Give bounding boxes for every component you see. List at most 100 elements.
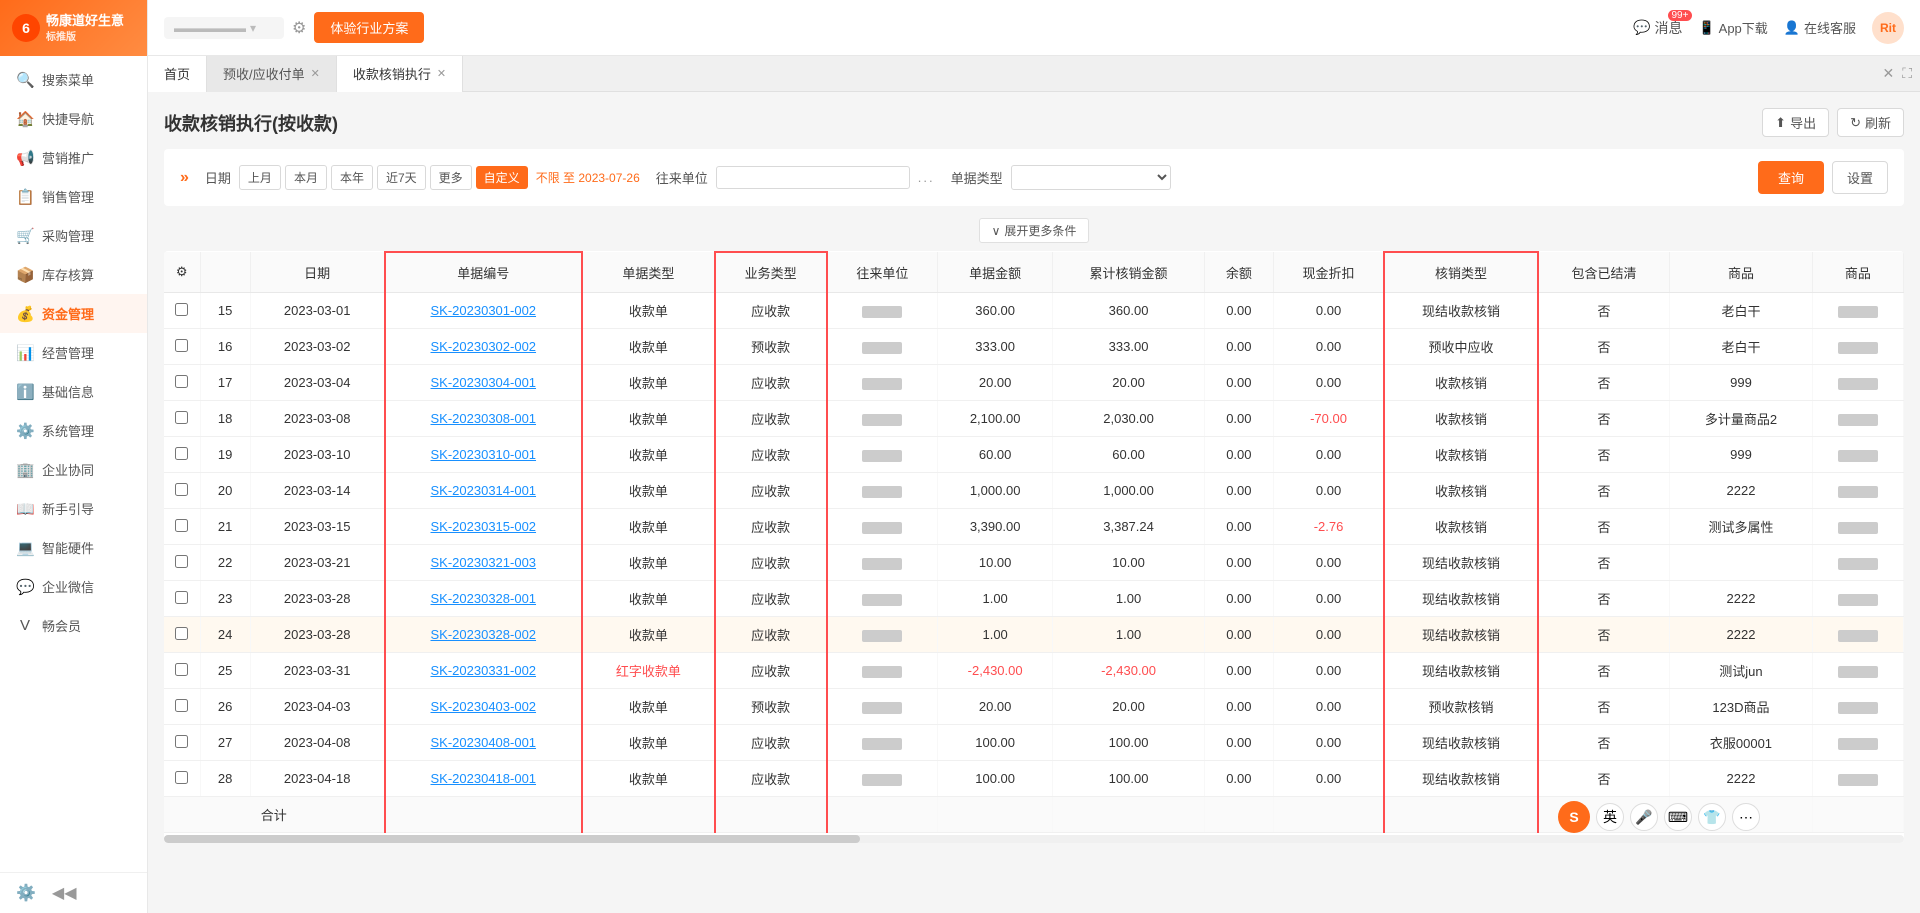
cell-doc-no: SK-20230314-001 [385, 473, 582, 509]
filter-toggle-button[interactable]: » [180, 169, 189, 187]
sidebar-item-inventory[interactable]: 📦库存核算 [0, 255, 147, 294]
doc-no-link[interactable]: SK-20230308-001 [431, 411, 537, 426]
filter-action-buttons: 查询 设置 [1758, 161, 1888, 194]
basic-icon: ℹ️ [16, 383, 34, 401]
doc-no-link[interactable]: SK-20230315-002 [431, 519, 537, 534]
sidebar-item-system[interactable]: ⚙️系统管理 [0, 411, 147, 450]
cell-checkbox[interactable] [164, 725, 200, 761]
tab-close-window-icon[interactable]: ✕ [1882, 65, 1894, 82]
cell-checkbox[interactable] [164, 581, 200, 617]
doc-no-link[interactable]: SK-20230328-001 [431, 591, 537, 606]
collapse-icon[interactable]: ◀◀ [52, 883, 77, 903]
cell-checkbox[interactable] [164, 473, 200, 509]
doc-no-link[interactable]: SK-20230301-002 [431, 303, 537, 318]
doc-no-link[interactable]: SK-20230408-001 [431, 735, 537, 750]
cell-checkbox[interactable] [164, 437, 200, 473]
sidebar-item-guide[interactable]: 📖新手引导 [0, 489, 147, 528]
cell-checkbox[interactable] [164, 653, 200, 689]
prepay-tab-close[interactable]: ✕ [311, 67, 320, 80]
user-avatar[interactable]: Rit [1872, 12, 1904, 44]
cell-biz-type: 应收款 [715, 365, 827, 401]
floating-mic-icon[interactable]: 🎤 [1630, 803, 1658, 831]
cell-checkbox[interactable] [164, 365, 200, 401]
cell-verified: 1.00 [1053, 617, 1205, 653]
floating-s-button[interactable]: S [1558, 801, 1590, 833]
messages-button[interactable]: 💬 消息 99+ [1633, 18, 1682, 38]
cell-balance: 0.00 [1204, 581, 1273, 617]
cell-partner [827, 473, 938, 509]
table-scroll-area[interactable]: ⚙ 日期 单据编号 单据类型 业务类型 往来单位 单据金额 累计核销金额 余额 … [164, 251, 1904, 833]
tab-collection[interactable]: 收款核销执行 ✕ [337, 56, 463, 92]
wechat-icon: 💬 [16, 578, 34, 596]
this-year-button[interactable]: 本年 [331, 165, 373, 190]
cell-checkbox[interactable] [164, 401, 200, 437]
horizontal-scrollbar[interactable] [164, 835, 1904, 843]
floating-shirt-icon[interactable]: 👕 [1698, 803, 1726, 831]
sidebar-bottom: ⚙️ ◀◀ [0, 872, 147, 913]
cell-checkbox[interactable] [164, 545, 200, 581]
export-button[interactable]: ⬆ 导出 [1762, 108, 1829, 137]
doc-no-link[interactable]: SK-20230310-001 [431, 447, 537, 462]
gear-icon[interactable]: ⚙ [292, 18, 306, 38]
app-download-button[interactable]: 📱 App下载 [1698, 18, 1767, 37]
setting-button[interactable]: 设置 [1832, 161, 1888, 194]
sidebar-item-wechat[interactable]: 💬企业微信 [0, 567, 147, 606]
floating-text-icon[interactable]: 英 [1596, 803, 1624, 831]
sidebar-item-operation[interactable]: 📊经营管理 [0, 333, 147, 372]
doc-no-link[interactable]: SK-20230403-002 [431, 699, 537, 714]
sidebar-item-marketing[interactable]: 📢营销推广 [0, 138, 147, 177]
sidebar-item-search[interactable]: 🔍搜索菜单 [0, 60, 147, 99]
sidebar-item-basic[interactable]: ℹ️基础信息 [0, 372, 147, 411]
doc-type-select[interactable] [1011, 165, 1171, 190]
expand-more-bar: ∨ 展开更多条件 [164, 218, 1904, 243]
cell-checkbox[interactable] [164, 689, 200, 725]
floating-more-icon[interactable]: ⋯ [1732, 803, 1760, 831]
cell-checkbox[interactable] [164, 329, 200, 365]
cell-verified: 3,387.24 [1053, 509, 1205, 545]
doc-no-link[interactable]: SK-20230314-001 [431, 483, 537, 498]
sidebar-item-enterprise[interactable]: 🏢企业协同 [0, 450, 147, 489]
settings-bottom-icon[interactable]: ⚙️ [16, 883, 36, 903]
cell-biz-type: 应收款 [715, 581, 827, 617]
sidebar-item-label-marketing: 营销推广 [42, 148, 94, 167]
cell-checkbox[interactable] [164, 293, 200, 329]
cell-checkbox[interactable] [164, 509, 200, 545]
doc-no-link[interactable]: SK-20230328-002 [431, 627, 537, 642]
this-month-button[interactable]: 本月 [285, 165, 327, 190]
tab-expand-icon[interactable]: ⛶ [1902, 65, 1912, 82]
last-7days-button[interactable]: 近7天 [377, 165, 426, 190]
collection-tab-close[interactable]: ✕ [437, 67, 446, 80]
tab-home[interactable]: 首页 [148, 56, 207, 92]
doc-no-link[interactable]: SK-20230418-001 [431, 771, 537, 786]
sidebar-item-hardware[interactable]: 💻智能硬件 [0, 528, 147, 567]
expand-conditions-button[interactable]: ∨ 展开更多条件 [979, 218, 1090, 243]
online-service-button[interactable]: 👤 在线客服 [1784, 18, 1856, 37]
more-date-button[interactable]: 更多 [430, 165, 472, 190]
col-header-settings[interactable]: ⚙ [164, 252, 200, 293]
floating-keyboard-icon[interactable]: ⌨ [1664, 803, 1692, 831]
cell-date: 2023-03-28 [250, 617, 384, 653]
sidebar-item-label-inventory: 库存核算 [42, 265, 94, 284]
query-button[interactable]: 查询 [1758, 161, 1824, 194]
last-month-button[interactable]: 上月 [239, 165, 281, 190]
sidebar-item-finance[interactable]: 💰资金管理 [0, 294, 147, 333]
sidebar-item-sales[interactable]: 📋销售管理 [0, 177, 147, 216]
scrollbar-thumb[interactable] [164, 835, 860, 843]
custom-date-button[interactable]: 自定义 [476, 166, 528, 189]
tab-prepay[interactable]: 预收/应收付单 ✕ [207, 56, 337, 92]
cell-include-settled: 否 [1538, 653, 1670, 689]
partner-input[interactable] [716, 166, 910, 189]
sidebar-item-purchase[interactable]: 🛒采购管理 [0, 216, 147, 255]
doc-no-link[interactable]: SK-20230321-003 [431, 555, 537, 570]
cell-checkbox[interactable] [164, 617, 200, 653]
sidebar-item-shortcuts[interactable]: 🏠快捷导航 [0, 99, 147, 138]
refresh-button[interactable]: ↻ 刷新 [1837, 108, 1904, 137]
expand-chevron-icon: ∨ [992, 224, 1001, 238]
cell-checkbox[interactable] [164, 761, 200, 797]
doc-no-link[interactable]: SK-20230331-002 [431, 663, 537, 678]
doc-no-link[interactable]: SK-20230302-002 [431, 339, 537, 354]
sidebar-item-member[interactable]: V畅会员 [0, 606, 147, 645]
doc-no-link[interactable]: SK-20230304-001 [431, 375, 537, 390]
industry-solution-button[interactable]: 体验行业方案 [314, 12, 424, 43]
cell-partner [827, 365, 938, 401]
